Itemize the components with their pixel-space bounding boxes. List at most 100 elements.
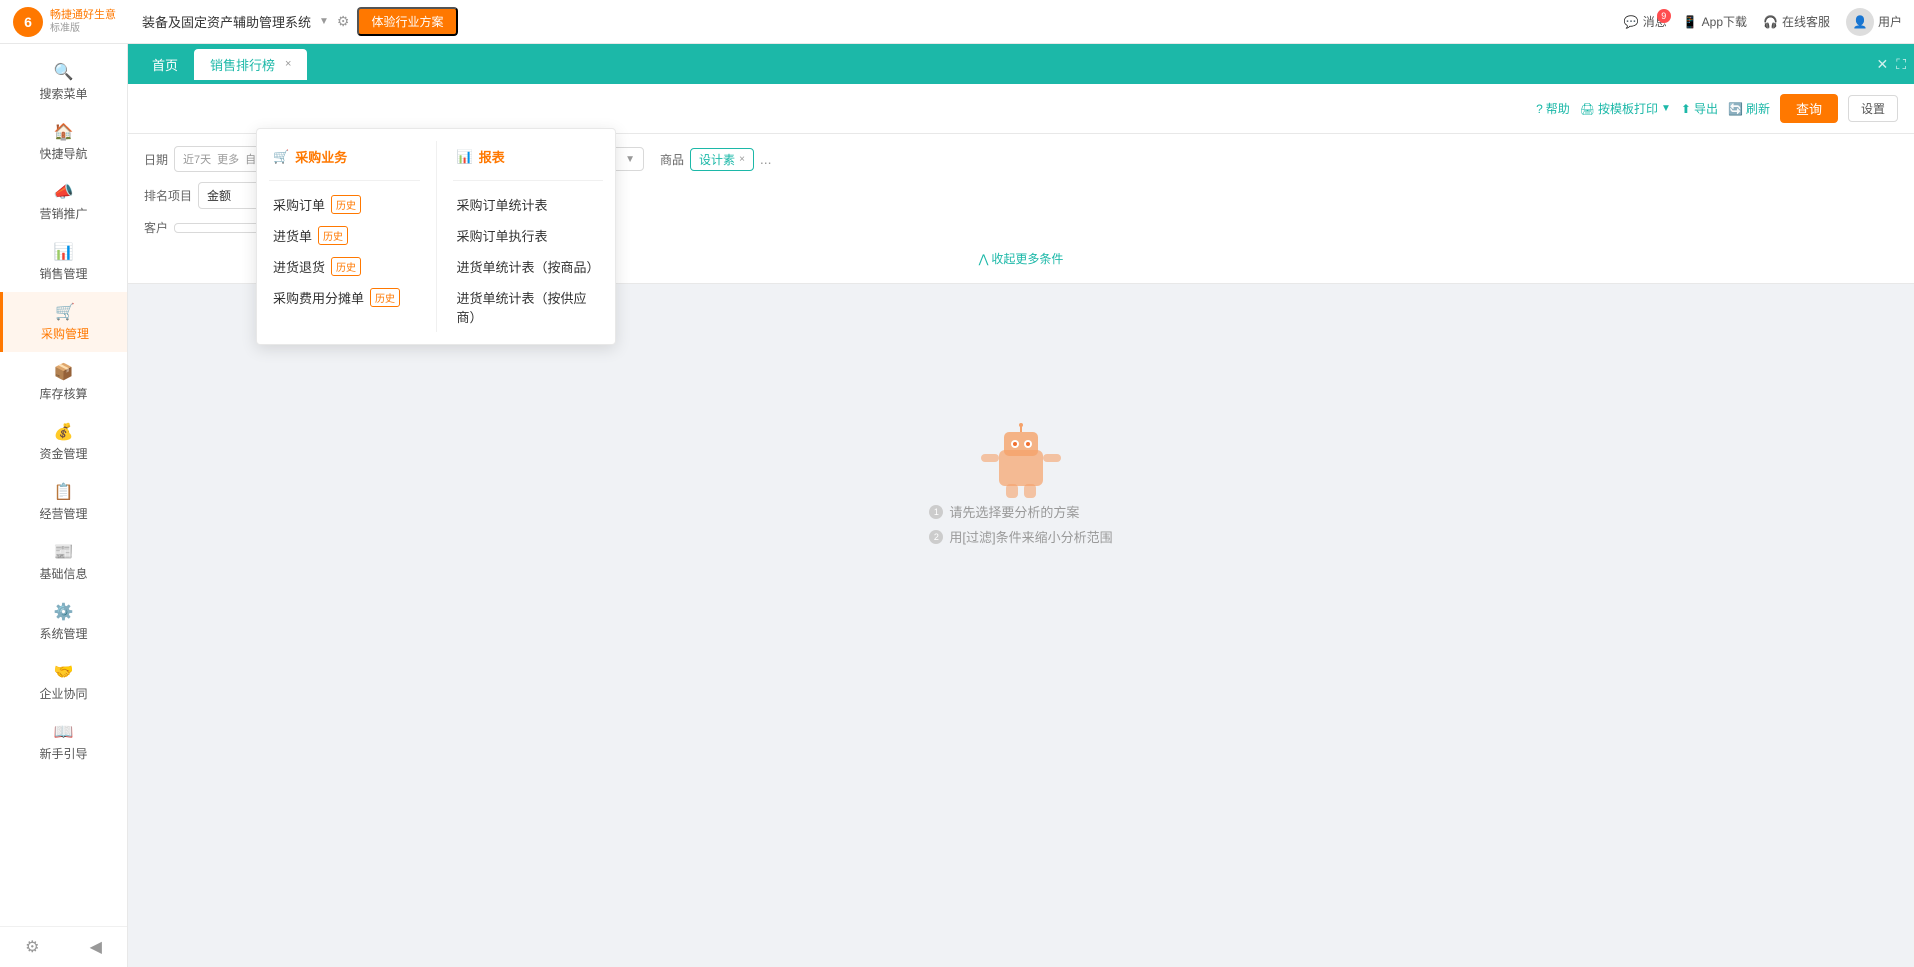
notification-btn[interactable]: 💬 消息 9 xyxy=(1624,13,1667,30)
customer-label: 客户 xyxy=(144,219,168,236)
export-btn[interactable]: ⬆ 导出 xyxy=(1681,100,1718,117)
dropdown-menu: 🛒 采购业务 采购订单 历史 进货单 历史 xyxy=(256,128,616,345)
dropdown-item-purchase-stats[interactable]: 采购订单统计表 xyxy=(453,189,604,220)
home-icon: 🏠 xyxy=(54,122,74,142)
sidebar-item-sales[interactable]: 📊 销售管理 xyxy=(0,232,127,292)
dropdown-item-return[interactable]: 进货退货 历史 xyxy=(269,251,420,282)
industry-btn[interactable]: 体验行业方案 xyxy=(357,7,457,36)
sidebar-item-inventory[interactable]: 📦 库存核算 xyxy=(0,352,127,412)
system-gear-icon[interactable]: ⚙ xyxy=(337,13,350,30)
main-layout: 🔍 搜索菜单 🏠 快捷导航 📣 营销推广 📊 销售管理 🛒 采购管 xyxy=(0,44,1914,967)
refresh-btn[interactable]: 🔄 刷新 xyxy=(1728,100,1770,117)
print-icon: 🖨 xyxy=(1580,102,1595,116)
report-divider xyxy=(453,180,604,181)
sidebar-item-basic-info[interactable]: 📰 基础信息 xyxy=(0,532,127,592)
main-content: ? 帮助 🖨 按模板打印 ▼ ⬆ 导出 xyxy=(128,84,1914,967)
sidebar-bottom: ⚙ ◀ xyxy=(0,926,127,967)
purchase-order-badge: 历史 xyxy=(331,195,361,214)
content-area: 首页 销售排行榜 × ✕ ⛶ xyxy=(128,44,1914,967)
settings-btn[interactable]: 设置 xyxy=(1848,95,1898,122)
top-bar: 6 畅捷通好生意 标准版 装备及固定资产辅助管理系统 ▼ ⚙ 体验行业方案 💬 … xyxy=(0,0,1914,44)
dropdown-item-inbound-product[interactable]: 进货单统计表（按商品） xyxy=(453,251,604,282)
dropdown-purchase-col: 🛒 采购业务 采购订单 历史 进货单 历史 xyxy=(257,141,432,332)
product-ellipsis[interactable]: ... xyxy=(760,151,772,167)
help-icon: ? xyxy=(1536,102,1543,116)
logo: 6 畅捷通好生意 标准版 xyxy=(12,6,132,38)
system-info: 装备及固定资产辅助管理系统 ▼ ⚙ 体验行业方案 xyxy=(132,7,1624,36)
empty-illustration xyxy=(971,422,1071,502)
return-badge: 历史 xyxy=(331,257,361,276)
purchase-section-title: 🛒 采购业务 xyxy=(269,141,420,176)
headset-icon: 🎧 xyxy=(1763,15,1778,29)
tab-window-close-icon[interactable]: ✕ xyxy=(1876,56,1888,73)
date-label: 日期 xyxy=(144,151,168,168)
handshake-icon: 🤝 xyxy=(54,662,74,682)
print-dropdown-icon: ▼ xyxy=(1661,103,1671,114)
rank-label: 排名项目 xyxy=(144,187,192,204)
sidebar-item-cooperation[interactable]: 🤝 企业协同 xyxy=(0,652,127,712)
dropdown-item-inbound-supplier[interactable]: 进货单统计表（按供应商） xyxy=(453,282,604,332)
dropdown-item-inbound[interactable]: 进货单 历史 xyxy=(269,220,420,251)
sidebar-item-quick-nav[interactable]: 🏠 快捷导航 xyxy=(0,112,127,172)
tab-bar-right: ✕ ⛶ xyxy=(1876,56,1906,73)
system-dropdown-icon[interactable]: ▼ xyxy=(319,16,329,27)
toolbar-actions: ? 帮助 🖨 按模板打印 ▼ ⬆ 导出 xyxy=(1536,94,1898,123)
logo-text: 畅捷通好生意 标准版 xyxy=(50,8,116,35)
chevron-down-icon: ▼ xyxy=(625,154,635,165)
query-btn[interactable]: 查询 xyxy=(1780,94,1838,123)
report-title-icon: 📊 xyxy=(457,149,473,165)
notification-icon: 💬 xyxy=(1624,15,1639,29)
sidebar: 🔍 搜索菜单 🏠 快捷导航 📣 营销推广 📊 销售管理 🛒 采购管 xyxy=(0,44,128,967)
notification-badge: 9 xyxy=(1657,9,1671,23)
export-icon: ⬆ xyxy=(1681,102,1691,116)
search-icon: 🔍 xyxy=(54,62,74,82)
sidebar-item-search[interactable]: 🔍 搜索菜单 xyxy=(0,52,127,112)
top-bar-right: 💬 消息 9 📱 App下载 🎧 在线客服 👤 用户 xyxy=(1624,8,1902,36)
tab-close-icon[interactable]: × xyxy=(285,58,291,70)
dropdown-item-purchase-exec[interactable]: 采购订单执行表 xyxy=(453,220,604,251)
money-icon: 💰 xyxy=(54,422,74,442)
dropdown-item-purchase-order[interactable]: 采购订单 历史 xyxy=(269,189,420,220)
avatar: 👤 xyxy=(1846,8,1874,36)
dropdown-cols: 🛒 采购业务 采购订单 历史 进货单 历史 xyxy=(257,141,615,332)
user-btn[interactable]: 👤 用户 xyxy=(1846,8,1902,36)
settings-icon[interactable]: ⚙ xyxy=(25,937,39,957)
inbound-badge: 历史 xyxy=(318,226,348,245)
logo-icon: 6 xyxy=(12,6,44,38)
sidebar-item-purchase[interactable]: 🛒 采购管理 xyxy=(0,292,127,352)
sales-icon: 📊 xyxy=(54,242,74,262)
sidebar-top: 🔍 搜索菜单 🏠 快捷导航 📣 营销推广 📊 销售管理 🛒 采购管 xyxy=(0,44,127,926)
system-name: 装备及固定资产辅助管理系统 xyxy=(142,12,311,31)
sidebar-item-guide[interactable]: 📖 新手引导 xyxy=(0,712,127,772)
sidebar-item-finance[interactable]: 💰 资金管理 xyxy=(0,412,127,472)
col-divider xyxy=(436,141,437,332)
product-tag-close-icon[interactable]: × xyxy=(739,154,745,165)
report-section-title: 📊 报表 xyxy=(453,141,604,176)
help-btn[interactable]: ? 帮助 xyxy=(1536,100,1570,117)
empty-tips: 1 请先选择要分析的方案 2 用[过滤]条件来缩小分析范围 xyxy=(929,502,1112,546)
print-btn[interactable]: 🖨 按模板打印 ▼ xyxy=(1580,100,1671,117)
dropdown-report-col: 📊 报表 采购订单统计表 采购订单执行表 进货单统计表（按商 xyxy=(441,141,616,332)
toolbar: ? 帮助 🖨 按模板打印 ▼ ⬆ 导出 xyxy=(128,84,1914,134)
sidebar-item-operations[interactable]: 📋 经营管理 xyxy=(0,472,127,532)
tab-maximize-icon[interactable]: ⛶ xyxy=(1896,56,1906,73)
purchase-title-icon: 🛒 xyxy=(273,149,289,165)
refresh-icon: 🔄 xyxy=(1728,102,1743,116)
dropdown-item-cost[interactable]: 采购费用分摊单 历史 xyxy=(269,282,420,313)
tip-circle-1: 1 xyxy=(929,505,943,519)
collapse-icon[interactable]: ◀ xyxy=(90,937,102,957)
app-download-btn[interactable]: 📱 App下载 xyxy=(1683,13,1747,30)
tab-sales-ranking[interactable]: 销售排行榜 × xyxy=(194,49,307,80)
box-icon: 📦 xyxy=(54,362,74,382)
tab-home[interactable]: 首页 xyxy=(136,49,194,80)
cart-icon: 🛒 xyxy=(55,302,75,322)
product-tag[interactable]: 设计素 × xyxy=(690,148,754,171)
svg-text:6: 6 xyxy=(24,14,32,30)
collapse-btn[interactable]: ⋀ 收起更多条件 xyxy=(979,250,1064,267)
tab-bar: 首页 销售排行榜 × ✕ ⛶ xyxy=(128,44,1914,84)
online-service-btn[interactable]: 🎧 在线客服 xyxy=(1763,13,1830,30)
gear-icon: ⚙️ xyxy=(54,602,74,622)
sidebar-item-marketing[interactable]: 📣 营销推广 xyxy=(0,172,127,232)
sidebar-item-system[interactable]: ⚙️ 系统管理 xyxy=(0,592,127,652)
megaphone-icon: 📣 xyxy=(54,182,74,202)
